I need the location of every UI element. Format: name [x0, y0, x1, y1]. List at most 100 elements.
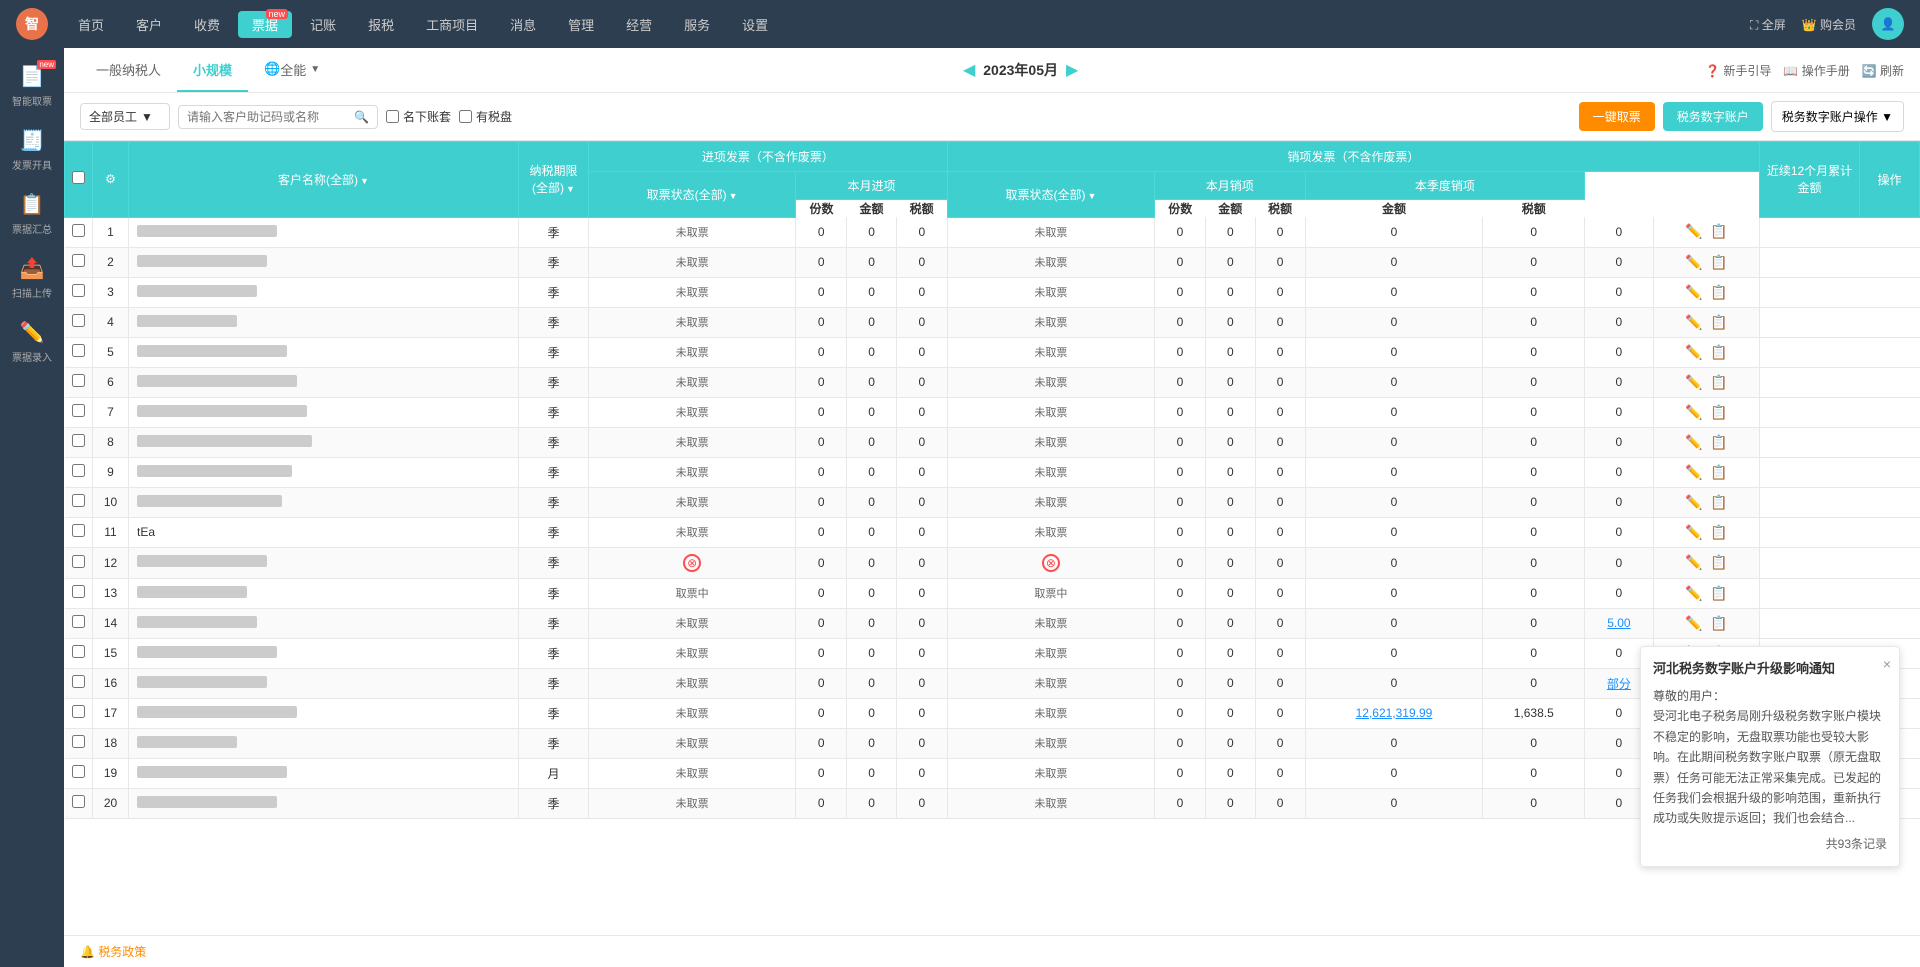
nav-home[interactable]: 首页 [64, 11, 118, 38]
notification-close-btn[interactable]: × [1883, 653, 1891, 675]
row-checkbox[interactable] [72, 224, 85, 237]
user-avatar[interactable]: 👤 [1872, 8, 1904, 40]
edit-icon[interactable]: ✏️ [1685, 254, 1702, 270]
nav-operation[interactable]: 经营 [612, 11, 666, 38]
copy-icon[interactable]: 📋 [1710, 585, 1727, 601]
nav-tax[interactable]: 报税 [354, 11, 408, 38]
row-checkbox[interactable] [72, 494, 85, 507]
client-name-filter[interactable]: 客户名称(全部) [278, 171, 369, 188]
th-checkbox[interactable] [65, 142, 93, 218]
edit-icon[interactable]: ✏️ [1685, 494, 1702, 510]
nav-manage[interactable]: 管理 [554, 11, 608, 38]
edit-icon[interactable]: ✏️ [1685, 524, 1702, 540]
copy-icon[interactable]: 📋 [1710, 344, 1727, 360]
income-status-filter[interactable]: 取票状态(全部) [647, 186, 738, 203]
digital-account-op-btn[interactable]: 税务数字账户操作 ▼ [1771, 101, 1904, 132]
tab-general-taxpayer[interactable]: 一般纳税人 [80, 48, 177, 92]
edit-icon[interactable]: ✏️ [1685, 374, 1702, 390]
fullscreen-btn[interactable]: ⛶ 全屏 [1750, 16, 1786, 33]
date-prev-btn[interactable]: ◀ [963, 60, 975, 80]
cumulative-amount-link[interactable]: 5.00 [1607, 616, 1630, 630]
sidebar-item-smart-ticket[interactable]: 📄 智能取票 new [4, 56, 60, 116]
sidebar-item-scan[interactable]: 📤 扫描上传 [4, 248, 60, 308]
edit-icon[interactable]: ✏️ [1685, 585, 1702, 601]
row-checkbox[interactable] [72, 735, 85, 748]
nav-message[interactable]: 消息 [496, 11, 550, 38]
row-checkbox[interactable] [72, 254, 85, 267]
row-checkbox[interactable] [72, 404, 85, 417]
sidebar-item-open-invoice[interactable]: 🧾 发票开具 [4, 120, 60, 180]
copy-icon[interactable]: 📋 [1710, 374, 1727, 390]
checkbox-tax-disk-input[interactable] [459, 110, 472, 123]
one-click-ticket-btn[interactable]: 一键取票 [1579, 102, 1655, 131]
search-icon[interactable]: 🔍 [354, 110, 369, 124]
edit-icon[interactable]: ✏️ [1685, 344, 1702, 360]
sidebar-item-summary[interactable]: 📋 票据汇总 [4, 184, 60, 244]
row-checkbox[interactable] [72, 314, 85, 327]
row-checkbox[interactable] [72, 374, 85, 387]
copy-icon[interactable]: 📋 [1710, 223, 1727, 239]
row-checkbox[interactable] [72, 524, 85, 537]
row-checkbox[interactable] [72, 795, 85, 808]
refresh-btn[interactable]: 🔄 刷新 [1862, 62, 1904, 79]
row-inCount: 0 [796, 698, 847, 728]
digital-account-btn[interactable]: 税务数字账户 [1663, 102, 1763, 131]
copy-icon[interactable]: 📋 [1710, 554, 1727, 570]
copy-icon[interactable]: 📋 [1710, 464, 1727, 480]
employee-select[interactable]: 全部员工 ▼ [80, 103, 170, 130]
checkbox-account-input[interactable] [386, 110, 399, 123]
copy-icon[interactable]: 📋 [1710, 494, 1727, 510]
row-checkbox[interactable] [72, 555, 85, 568]
edit-icon[interactable]: ✏️ [1685, 284, 1702, 300]
nav-bookkeeping[interactable]: 记账 [296, 11, 350, 38]
row-checkbox[interactable] [72, 434, 85, 447]
nav-invoice[interactable]: 票据 new [238, 11, 292, 38]
edit-icon[interactable]: ✏️ [1685, 615, 1702, 631]
sales-status-filter[interactable]: 取票状态(全部) [1005, 186, 1096, 203]
edit-icon[interactable]: ✏️ [1685, 554, 1702, 570]
vip-btn[interactable]: 👑 购会员 [1802, 16, 1856, 33]
copy-icon[interactable]: 📋 [1710, 254, 1727, 270]
nav-client[interactable]: 客户 [122, 11, 176, 38]
checkbox-account[interactable]: 名下账套 [386, 108, 451, 125]
quarterly-amount-link[interactable]: 12,621,319.99 [1356, 706, 1433, 720]
edit-icon[interactable]: ✏️ [1685, 223, 1702, 239]
sidebar-item-entry[interactable]: ✏️ 票据录入 [4, 312, 60, 372]
nav-fee[interactable]: 收费 [180, 11, 234, 38]
copy-icon[interactable]: 📋 [1710, 404, 1727, 420]
sales-error-icon[interactable]: ⊗ [1042, 554, 1060, 572]
row-checkbox[interactable] [72, 585, 85, 598]
copy-icon[interactable]: 📋 [1710, 615, 1727, 631]
copy-icon[interactable]: 📋 [1710, 314, 1727, 330]
tax-period-filter[interactable]: 纳税期限(全部) [523, 162, 584, 196]
copy-icon[interactable]: 📋 [1710, 284, 1727, 300]
search-input[interactable] [187, 110, 350, 124]
income-error-icon[interactable]: ⊗ [683, 554, 701, 572]
date-next-btn[interactable]: ▶ [1066, 60, 1078, 80]
edit-icon[interactable]: ✏️ [1685, 314, 1702, 330]
nav-settings[interactable]: 设置 [728, 11, 782, 38]
nav-business[interactable]: 工商项目 [412, 11, 492, 38]
edit-icon[interactable]: ✏️ [1685, 464, 1702, 480]
cumulative-amount-link[interactable]: 部分 [1607, 677, 1631, 691]
tax-policy-link[interactable]: 🔔 税务政策 [80, 943, 146, 960]
copy-icon[interactable]: 📋 [1710, 434, 1727, 450]
row-checkbox[interactable] [72, 705, 85, 718]
tab-all[interactable]: 🌐 全能 ▼ [248, 48, 336, 92]
new-guide-btn[interactable]: ❓ 新手引导 [1705, 62, 1771, 79]
nav-service[interactable]: 服务 [670, 11, 724, 38]
row-checkbox[interactable] [72, 645, 85, 658]
edit-icon[interactable]: ✏️ [1685, 404, 1702, 420]
edit-icon[interactable]: ✏️ [1685, 434, 1702, 450]
row-checkbox[interactable] [72, 344, 85, 357]
row-checkbox[interactable] [72, 615, 85, 628]
row-checkbox[interactable] [72, 675, 85, 688]
select-all-checkbox[interactable] [72, 171, 85, 184]
row-checkbox[interactable] [72, 284, 85, 297]
row-checkbox[interactable] [72, 765, 85, 778]
copy-icon[interactable]: 📋 [1710, 524, 1727, 540]
tab-small-scale[interactable]: 小规模 [177, 48, 248, 92]
manual-btn[interactable]: 📖 操作手册 [1783, 62, 1849, 79]
checkbox-tax-disk[interactable]: 有税盘 [459, 108, 512, 125]
row-checkbox[interactable] [72, 464, 85, 477]
